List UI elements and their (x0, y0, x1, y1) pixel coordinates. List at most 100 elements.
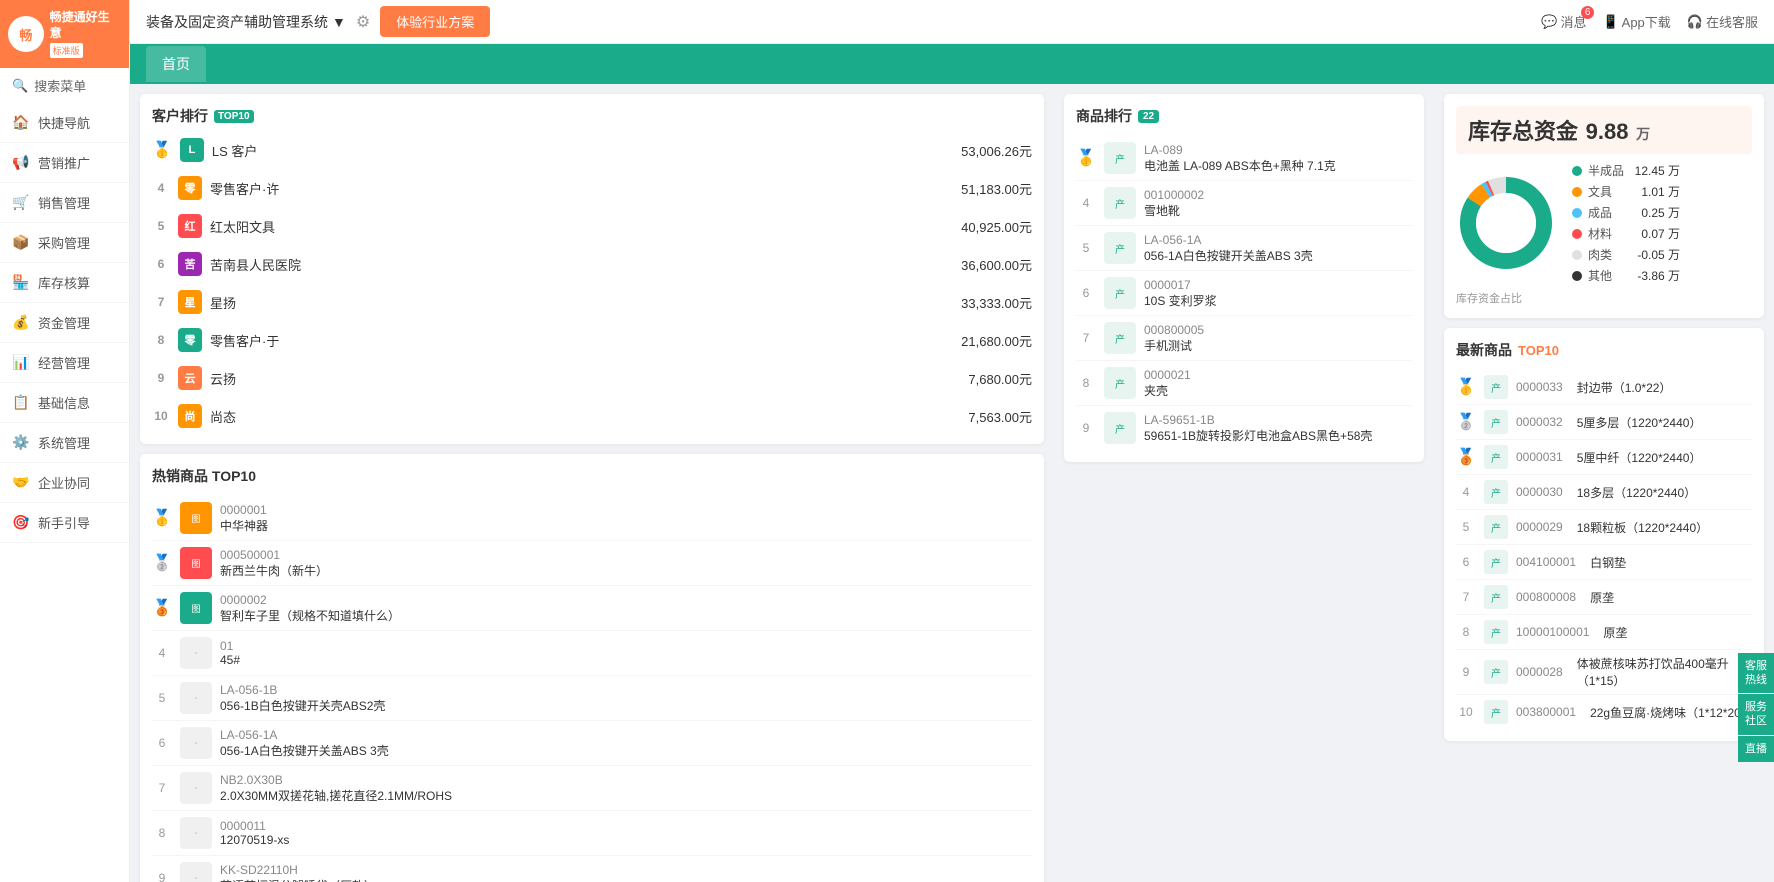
topbar: 装备及固定资产辅助管理系统 ▼ ⚙ 体验行业方案 💬 消息 6 📱 App下载 … (130, 0, 1774, 44)
customer-value-7: 7,680.00元 (968, 369, 1032, 388)
inventory-donut-svg (1456, 173, 1556, 273)
search-icon: 🔍 (12, 78, 28, 94)
new-code-5: 0000029 (1516, 520, 1563, 534)
trial-btn[interactable]: 体验行业方案 (380, 6, 490, 37)
newest-products-list: 🥇 产 0000033 封边带（1.0*22） 🥈 产 0000032 5厘多层… (1456, 370, 1752, 729)
prod-rank-7: 7 产 000800005 手机测试 (1076, 316, 1412, 361)
sidebar-item-business[interactable]: 📊 经营管理 (0, 343, 129, 383)
sidebar-item-quicknav[interactable]: 🏠 快捷导航 (0, 103, 129, 143)
nav-tabs: 首页 (130, 44, 1774, 84)
sidebar-item-collab[interactable]: 🤝 企业协同 (0, 463, 129, 503)
sidebar-item-finance[interactable]: 💰 资金管理 (0, 303, 129, 343)
customer-name-6: 零售客户·于 (210, 331, 953, 350)
hot-code-5: LA-056-1B (220, 683, 1032, 697)
prod-rank-1: 🥇 产 LA-089 电池盖 LA-089 ABS本色+黑种 7.1克 (1076, 136, 1412, 181)
new-name-9: 体被蔗核味苏打饮品400毫升（1*15） (1577, 655, 1752, 689)
sidebar-label-basic: 基础信息 (38, 393, 90, 412)
right-panel: 库存总资金 9.88 万 (1434, 84, 1774, 882)
message-btn[interactable]: 💬 消息 6 (1541, 12, 1586, 31)
settings-icon[interactable]: ⚙ (356, 12, 370, 32)
hot-rank-5: 5 (152, 691, 172, 705)
legend-dot-5 (1572, 250, 1582, 260)
hot-product-5: 5 - LA-056-1B 056-1B白色按键开关壳ABS2壳 (152, 676, 1032, 721)
system-title: 装备及固定资产辅助管理系统 (146, 12, 328, 32)
new-name-7: 原垄 (1590, 589, 1752, 606)
new-name-5: 18颗粒板（1220*2440） (1577, 519, 1752, 536)
new-img-4: 产 (1484, 480, 1508, 504)
customer-value-8: 7,563.00元 (968, 407, 1032, 426)
search-label: 搜索菜单 (34, 76, 86, 95)
customer-name-3: 红太阳文具 (210, 217, 953, 236)
legend-other: 其他 -3.86 万 (1572, 267, 1680, 284)
hot-name-6: 056-1A白色按键开关盖ABS 3壳 (220, 742, 1032, 759)
system-selector[interactable]: 装备及固定资产辅助管理系统 ▼ (146, 12, 346, 32)
prod-img-5: 产 (1104, 232, 1136, 264)
new-img-7: 产 (1484, 585, 1508, 609)
sidebar-item-marketing[interactable]: 📢 营销推广 (0, 143, 129, 183)
customer-value-4: 36,600.00元 (961, 255, 1032, 274)
prod-name-1: 电池盖 LA-089 ABS本色+黑种 7.1克 (1144, 157, 1412, 174)
hot-rank-9: 9 (152, 871, 172, 882)
prod-code-7: 000800005 (1144, 323, 1412, 337)
new-item-9: 9 产 0000028 体被蔗核味苏打饮品400毫升（1*15） (1456, 650, 1752, 695)
hot-name-9: 花语萌恒温分腿睡袋（厚款） (220, 877, 1032, 882)
product-ranking-title: 商品排行 22 (1076, 106, 1412, 126)
search-menu[interactable]: 🔍 搜索菜单 (0, 68, 129, 103)
prod-img-4: 产 (1104, 187, 1136, 219)
legend-dot-4 (1572, 229, 1582, 239)
sidebar-item-purchase[interactable]: 📦 采购管理 (0, 223, 129, 263)
legend-val-5: -0.05 万 (1630, 246, 1680, 263)
avatar-3: 红 (178, 214, 202, 238)
new-item-5: 5 产 0000029 18颗粒板（1220*2440） (1456, 510, 1752, 545)
float-btn-community[interactable]: 服务社区 (1738, 694, 1774, 735)
new-item-2: 🥈 产 0000032 5厘多层（1220*2440） (1456, 405, 1752, 440)
new-name-10: 22g鱼豆腐·烧烤味（1*12*20） (1590, 704, 1752, 721)
finance-icon: 💰 (12, 314, 30, 332)
new-img-3: 产 (1484, 445, 1508, 469)
legend-label-3: 成品 (1588, 204, 1612, 221)
online-service-btn[interactable]: 🎧 在线客服 (1687, 12, 1758, 31)
hot-info-9: KK-SD22110H 花语萌恒温分腿睡袋（厚款） (220, 863, 1032, 882)
new-name-2: 5厘多层（1220*2440） (1577, 414, 1752, 431)
hot-img-1: 图 (180, 502, 212, 534)
hot-name-3: 智利车子里（规格不知道填什么） (220, 607, 1032, 624)
message-badge: 6 (1581, 6, 1595, 19)
sidebar-item-inventory[interactable]: 🏪 库存核算 (0, 263, 129, 303)
prod-rank-5: 5 产 LA-056-1A 056-1A白色按键开关盖ABS 3壳 (1076, 226, 1412, 271)
sidebar-label-finance: 资金管理 (38, 313, 90, 332)
app-version: 标准版 (50, 43, 83, 58)
sidebar-label-purchase: 采购管理 (38, 233, 90, 252)
hot-product-8: 8 - 0000011 12070519-xs (152, 811, 1032, 856)
sidebar-label-sales: 销售管理 (38, 193, 90, 212)
tab-home[interactable]: 首页 (146, 46, 206, 82)
float-btn-service[interactable]: 客服热线 (1738, 653, 1774, 694)
hot-rank-1: 🥇 (152, 508, 172, 528)
avatar-5: 星 (178, 290, 202, 314)
home-icon: 🏠 (12, 114, 30, 132)
rank-medal-1: 🥇 (152, 140, 172, 160)
customer-name-5: 星扬 (210, 293, 953, 312)
sidebar-item-sales[interactable]: 🛒 销售管理 (0, 183, 129, 223)
hot-rank-8: 8 (152, 826, 172, 840)
inventory-total: 库存总资金 9.88 万 (1456, 106, 1752, 154)
prod-img-7: 产 (1104, 322, 1136, 354)
message-icon: 💬 (1541, 14, 1557, 30)
avatar-6: 零 (178, 328, 202, 352)
float-btn-live[interactable]: 直播 (1738, 736, 1774, 762)
sidebar: 畅 畅捷通好生意 标准版 🔍 搜索菜单 🏠 快捷导航 📢 营销推广 🛒 销售管理… (0, 0, 130, 882)
left-panel: 客户排行 TOP10 🥇 L LS 客户 53,006.26元 4 零 零售客户… (130, 84, 1054, 882)
hot-img-5: - (180, 682, 212, 714)
sidebar-logo[interactable]: 畅 畅捷通好生意 标准版 (0, 0, 129, 68)
prod-rank-9: 9 产 LA-59651-1B 59651-1B旋转投影灯电池盒ABS黑色+58… (1076, 406, 1412, 450)
sidebar-item-guide[interactable]: 🎯 新手引导 (0, 503, 129, 543)
customer-value-3: 40,925.00元 (961, 217, 1032, 236)
sidebar-item-basic[interactable]: 📋 基础信息 (0, 383, 129, 423)
hot-product-9: 9 - KK-SD22110H 花语萌恒温分腿睡袋（厚款） (152, 856, 1032, 882)
hot-info-1: 0000001 中华神器 (220, 503, 1032, 534)
new-code-2: 0000032 (1516, 415, 1563, 429)
app-download-btn[interactable]: 📱 App下载 (1602, 12, 1670, 31)
legend-dot-1 (1572, 166, 1582, 176)
sidebar-item-system[interactable]: ⚙️ 系统管理 (0, 423, 129, 463)
new-item-8: 8 产 10000100001 原垄 (1456, 615, 1752, 650)
prod-rank-8: 8 产 0000021 夹壳 (1076, 361, 1412, 406)
